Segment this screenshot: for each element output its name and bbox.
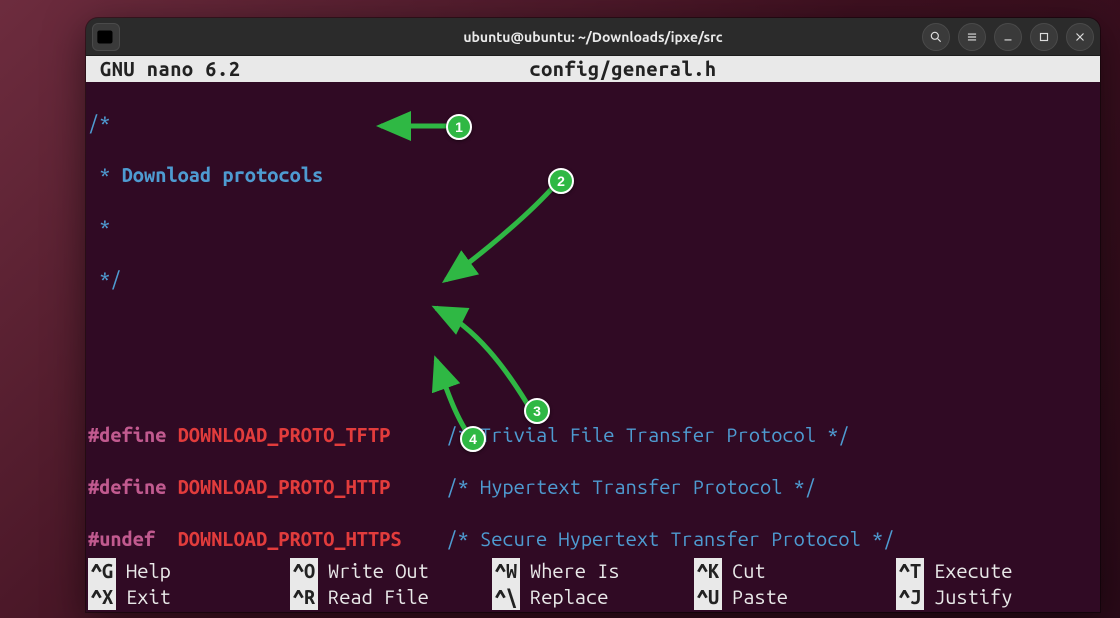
nano-shortcut-bar: ^G Help ^O Write Out ^W Where Is ^K Cut ^T Ex…	[86, 558, 1100, 612]
shortcut-key[interactable]: ^W	[492, 558, 520, 584]
hamburger-menu-button[interactable]	[958, 23, 986, 51]
new-tab-icon	[93, 24, 119, 50]
shortcut-key[interactable]: ^X	[88, 584, 116, 610]
editor-area[interactable]: /* * Download protocols * */ #define DOW…	[86, 82, 1100, 558]
shortcut-key[interactable]: ^K	[694, 558, 722, 584]
maximize-icon	[1037, 30, 1051, 44]
shortcut-label: Help	[126, 558, 171, 584]
blank-line	[88, 370, 1098, 396]
shortcut-label: Paste	[732, 584, 788, 610]
search-button[interactable]	[922, 23, 950, 51]
preproc-keyword: #define	[88, 423, 166, 446]
titlebar: ubuntu@ubuntu: ~/Downloads/ipxe/src	[86, 18, 1100, 56]
macro-name: DOWNLOAD_PROTO_HTTPS	[178, 527, 402, 550]
terminal-window: ubuntu@ubuntu: ~/Downloads/ipxe/src GNU …	[86, 18, 1100, 612]
shortcut-label: Justify	[934, 584, 1012, 610]
code-line: *	[88, 163, 122, 186]
shortcut-label: Where Is	[530, 558, 620, 584]
macro-name: DOWNLOAD_PROTO_HTTP	[178, 475, 391, 498]
shortcut-label: Write Out	[328, 558, 429, 584]
shortcut-key[interactable]: ^R	[290, 584, 318, 610]
nano-header: GNU nano 6.2 config/general.h	[86, 56, 1100, 82]
inline-comment: /* Secure Hypertext Transfer Protocol */	[446, 527, 894, 550]
nano-file-name: config/general.h	[148, 56, 1098, 82]
preproc-keyword: #undef	[88, 527, 155, 550]
code-line: /*	[88, 111, 110, 134]
shortcut-label: Exit	[126, 584, 171, 610]
section-title: Download protocols	[122, 163, 324, 186]
shortcut-key[interactable]: ^\	[492, 584, 520, 610]
shortcut-key[interactable]: ^T	[896, 558, 924, 584]
shortcut-label: Read File	[328, 584, 429, 610]
blank-line	[88, 318, 1098, 344]
macro-name: DOWNLOAD_PROTO_TFTP	[178, 423, 391, 446]
minimize-icon	[1001, 30, 1015, 44]
hamburger-icon	[965, 30, 979, 44]
shortcut-key[interactable]: ^G	[88, 558, 116, 584]
minimize-button[interactable]	[994, 23, 1022, 51]
shortcut-key[interactable]: ^J	[896, 584, 924, 610]
new-tab-button[interactable]	[92, 23, 120, 51]
code-line: */	[88, 267, 122, 290]
inline-comment: /* Trivial File Transfer Protocol */	[446, 423, 849, 446]
shortcut-key[interactable]: ^O	[290, 558, 318, 584]
code-line: *	[88, 215, 110, 238]
shortcut-label: Execute	[934, 558, 1012, 584]
inline-comment: /* Hypertext Transfer Protocol */	[446, 475, 816, 498]
preproc-keyword: #define	[88, 475, 166, 498]
shortcut-key[interactable]: ^U	[694, 584, 722, 610]
search-icon	[929, 30, 943, 44]
maximize-button[interactable]	[1030, 23, 1058, 51]
shortcut-label: Cut	[732, 558, 766, 584]
close-icon	[1073, 30, 1087, 44]
shortcut-label: Replace	[530, 584, 608, 610]
close-button[interactable]	[1066, 23, 1094, 51]
